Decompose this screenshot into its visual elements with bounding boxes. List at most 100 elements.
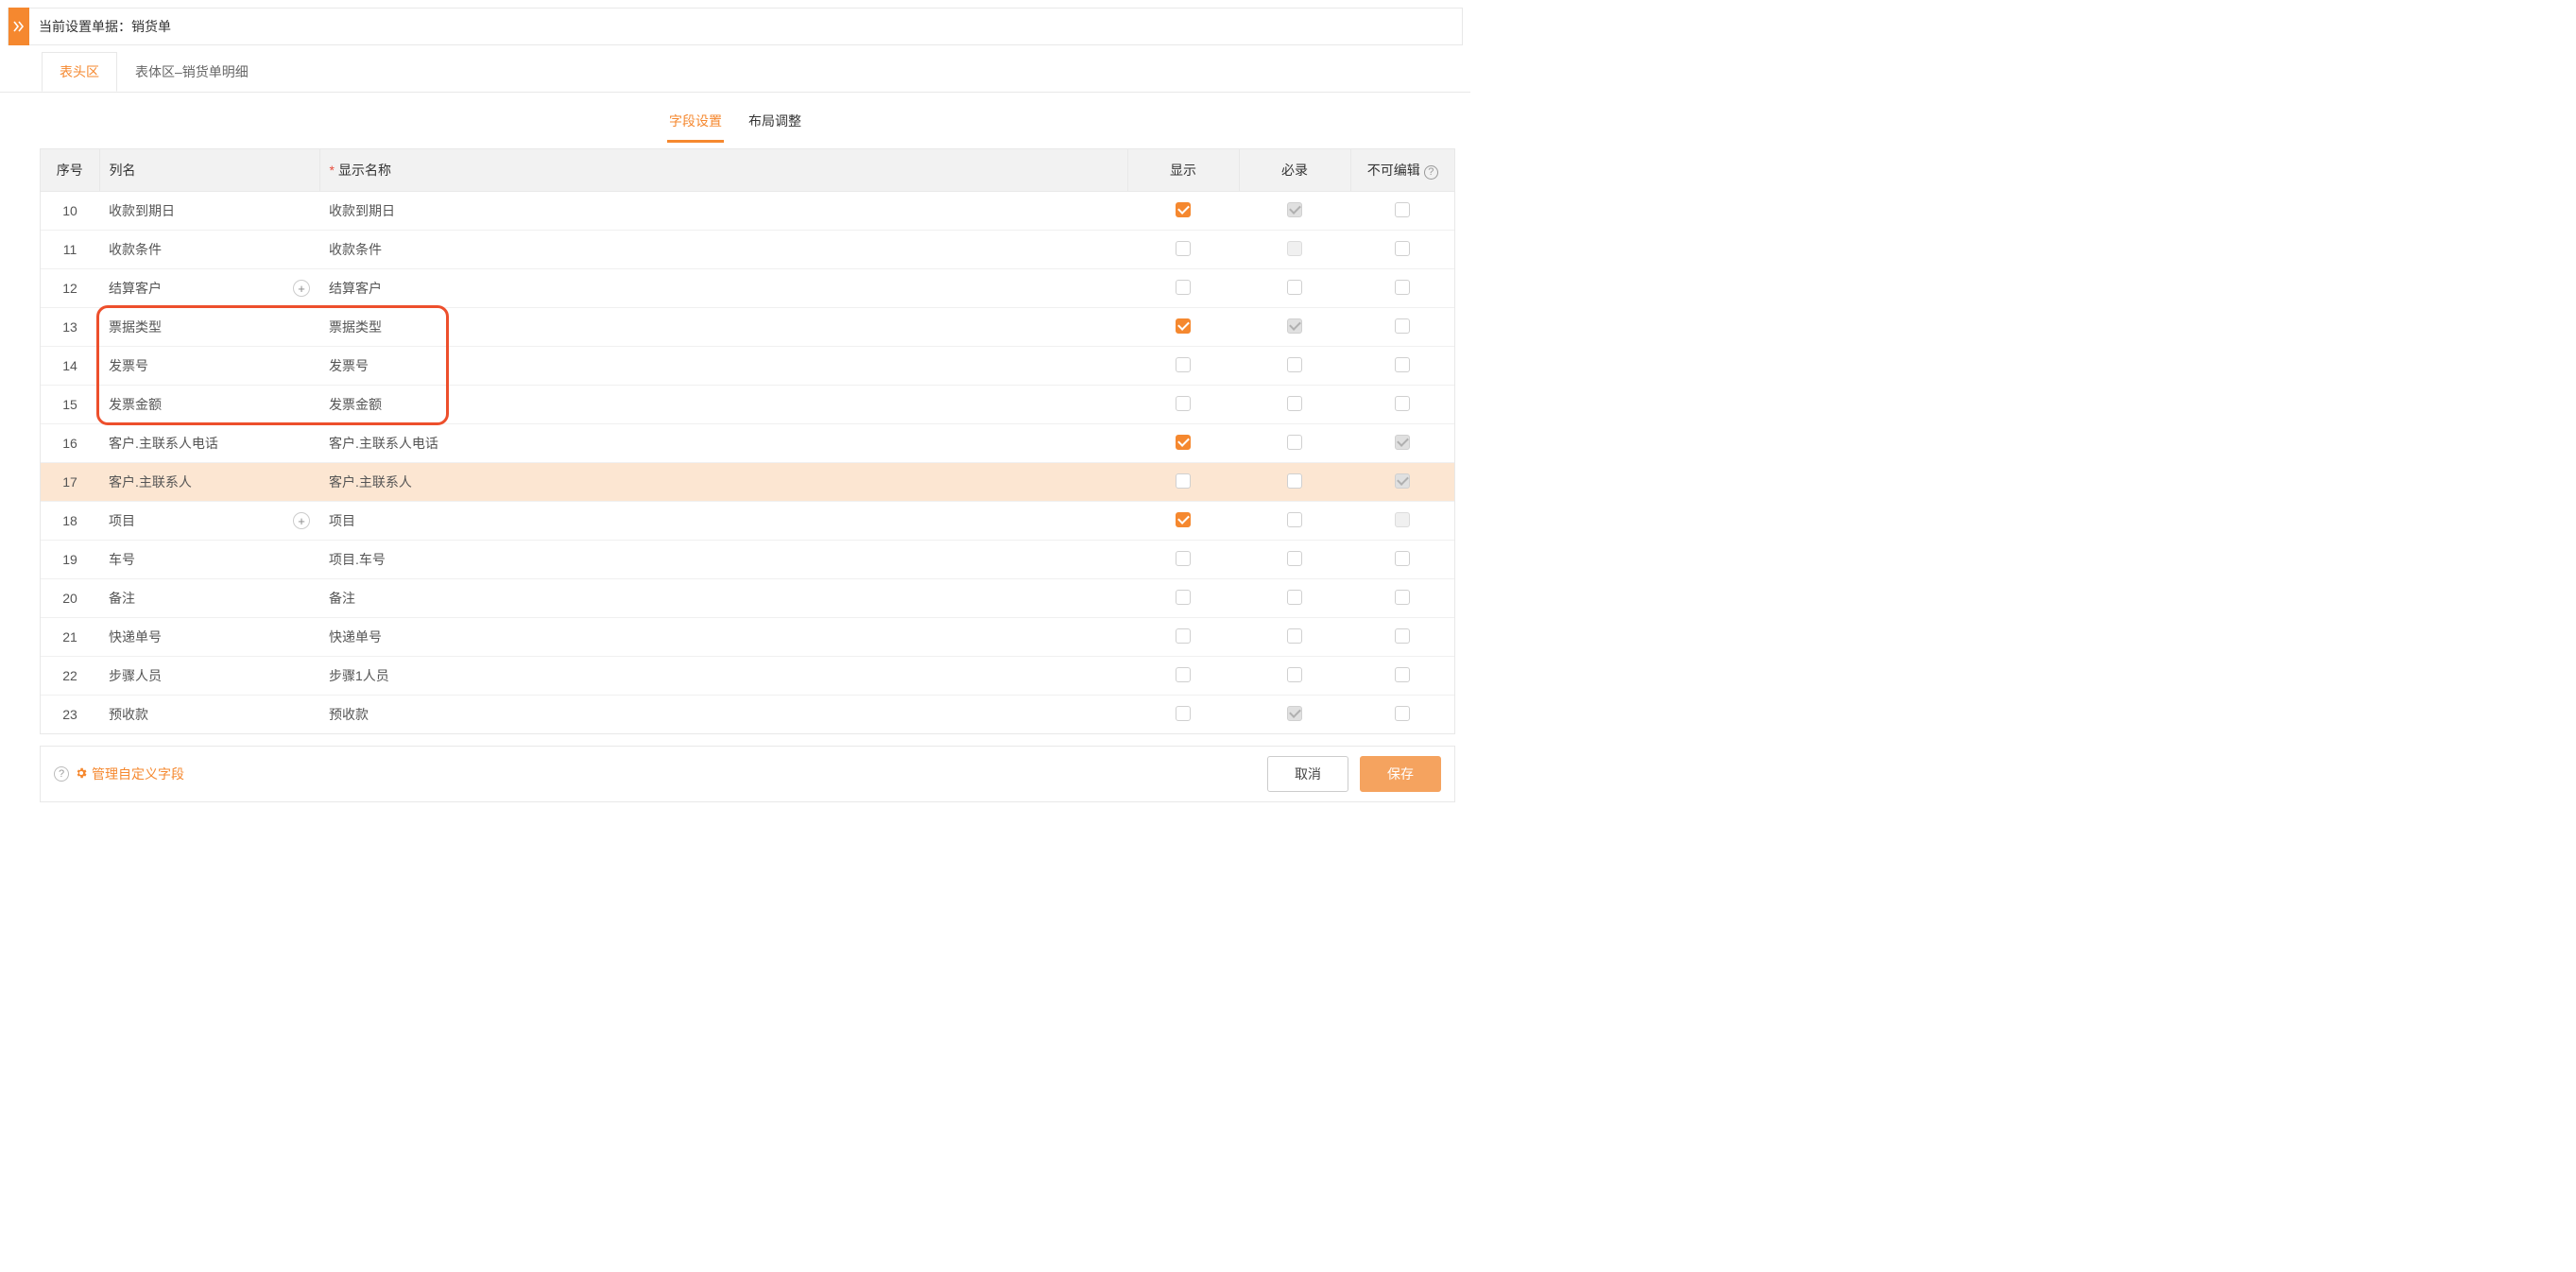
- checkbox-show[interactable]: [1176, 280, 1191, 295]
- cell-column-name: 收款到期日: [99, 192, 319, 231]
- checkbox-required[interactable]: [1287, 512, 1302, 527]
- cell-column-name: 发票号: [99, 347, 319, 386]
- sub-tab-layout-adjust[interactable]: 布局调整: [747, 106, 803, 143]
- sub-tab-field-settings[interactable]: 字段设置: [667, 106, 724, 143]
- checkbox-show[interactable]: [1176, 435, 1191, 450]
- cell-column-name: 票据类型: [99, 308, 319, 347]
- cell-column-name: 预收款: [99, 696, 319, 734]
- cell-display-name[interactable]: 票据类型: [319, 308, 1127, 347]
- header-bar: 当前设置单据：销货单: [8, 8, 1463, 45]
- cell-display-name[interactable]: 收款到期日: [319, 192, 1127, 231]
- cell-display-name[interactable]: 预收款: [319, 696, 1127, 734]
- cell-display-name[interactable]: 结算客户: [319, 269, 1127, 308]
- checkbox-readonly[interactable]: [1395, 357, 1410, 372]
- cell-seq: 17: [41, 463, 99, 502]
- help-icon[interactable]: ?: [1424, 165, 1438, 180]
- cell-display-name[interactable]: 项目: [319, 502, 1127, 541]
- cell-seq: 19: [41, 541, 99, 579]
- checkbox-readonly[interactable]: [1395, 590, 1410, 605]
- cell-seq: 13: [41, 308, 99, 347]
- cell-column-name: 结算客户+: [99, 269, 319, 308]
- checkbox-readonly[interactable]: [1395, 318, 1410, 334]
- cell-seq: 20: [41, 579, 99, 618]
- cell-display-name[interactable]: 客户.主联系人电话: [319, 424, 1127, 463]
- checkbox-show[interactable]: [1176, 202, 1191, 217]
- cell-display-name[interactable]: 快递单号: [319, 618, 1127, 657]
- checkbox-readonly[interactable]: [1395, 667, 1410, 682]
- add-sub-field-button[interactable]: +: [293, 280, 310, 297]
- checkbox-show[interactable]: [1176, 241, 1191, 256]
- checkbox-readonly[interactable]: [1395, 706, 1410, 721]
- checkbox-show[interactable]: [1176, 706, 1191, 721]
- cell-seq: 10: [41, 192, 99, 231]
- cell-column-name: 收款条件: [99, 231, 319, 269]
- checkbox-readonly[interactable]: [1395, 628, 1410, 644]
- col-header-required: 必录: [1239, 149, 1350, 192]
- cell-display-name[interactable]: 项目.车号: [319, 541, 1127, 579]
- cell-seq: 23: [41, 696, 99, 734]
- checkbox-readonly[interactable]: [1395, 551, 1410, 566]
- checkbox-required[interactable]: [1287, 667, 1302, 682]
- checkbox-show[interactable]: [1176, 318, 1191, 334]
- gear-icon: [75, 766, 88, 782]
- checkbox-show[interactable]: [1176, 628, 1191, 644]
- checkbox-required[interactable]: [1287, 435, 1302, 450]
- cell-column-name: 快递单号: [99, 618, 319, 657]
- cell-seq: 18: [41, 502, 99, 541]
- save-button[interactable]: 保存: [1360, 756, 1441, 792]
- col-header-display: *显示名称: [319, 149, 1127, 192]
- checkbox-readonly: [1395, 512, 1410, 527]
- area-tabs: 表头区 表体区–销货单明细: [8, 52, 1463, 92]
- checkbox-required: [1287, 241, 1302, 256]
- table-row: 10收款到期日收款到期日: [41, 192, 1454, 231]
- checkbox-readonly[interactable]: [1395, 241, 1410, 256]
- checkbox-required[interactable]: [1287, 473, 1302, 489]
- cell-display-name[interactable]: 发票金额: [319, 386, 1127, 424]
- checkbox-show[interactable]: [1176, 551, 1191, 566]
- checkbox-required[interactable]: [1287, 551, 1302, 566]
- cell-display-name[interactable]: 收款条件: [319, 231, 1127, 269]
- checkbox-required[interactable]: [1287, 590, 1302, 605]
- table-row: 21快递单号快递单号: [41, 618, 1454, 657]
- cell-display-name[interactable]: 步骤1人员: [319, 657, 1127, 696]
- col-header-show: 显示: [1127, 149, 1239, 192]
- checkbox-show[interactable]: [1176, 396, 1191, 411]
- checkbox-show[interactable]: [1176, 667, 1191, 682]
- table-row: 16客户.主联系人电话客户.主联系人电话: [41, 424, 1454, 463]
- checkbox-required[interactable]: [1287, 357, 1302, 372]
- table-row: 14发票号发票号: [41, 347, 1454, 386]
- checkbox-show[interactable]: [1176, 512, 1191, 527]
- table-row: 13票据类型票据类型: [41, 308, 1454, 347]
- checkbox-readonly[interactable]: [1395, 280, 1410, 295]
- cell-display-name[interactable]: 发票号: [319, 347, 1127, 386]
- cell-seq: 11: [41, 231, 99, 269]
- cell-column-name: 客户.主联系人电话: [99, 424, 319, 463]
- checkbox-readonly[interactable]: [1395, 202, 1410, 217]
- col-header-readonly: 不可编辑?: [1350, 149, 1454, 192]
- cell-column-name: 发票金额: [99, 386, 319, 424]
- tab-body-area[interactable]: 表体区–销货单明细: [117, 52, 266, 92]
- cell-column-name: 步骤人员: [99, 657, 319, 696]
- checkbox-required[interactable]: [1287, 396, 1302, 411]
- cell-display-name[interactable]: 备注: [319, 579, 1127, 618]
- cancel-button[interactable]: 取消: [1267, 756, 1348, 792]
- cell-display-name[interactable]: 客户.主联系人: [319, 463, 1127, 502]
- checkbox-required[interactable]: [1287, 280, 1302, 295]
- checkbox-readonly[interactable]: [1395, 396, 1410, 411]
- table-row: 23预收款预收款: [41, 696, 1454, 734]
- checkbox-show[interactable]: [1176, 473, 1191, 489]
- checkbox-readonly: [1395, 435, 1410, 450]
- checkbox-required[interactable]: [1287, 628, 1302, 644]
- tab-header-area[interactable]: 表头区: [42, 52, 117, 92]
- footer-bar: ? 管理自定义字段 取消 保存: [40, 746, 1455, 802]
- cell-seq: 21: [41, 618, 99, 657]
- collapse-toggle[interactable]: [9, 8, 29, 45]
- manage-custom-fields-link[interactable]: 管理自定义字段: [75, 765, 184, 783]
- help-icon[interactable]: ?: [54, 766, 69, 782]
- add-sub-field-button[interactable]: +: [293, 512, 310, 529]
- checkbox-show[interactable]: [1176, 590, 1191, 605]
- cell-column-name: 项目+: [99, 502, 319, 541]
- checkbox-readonly: [1395, 473, 1410, 489]
- cell-seq: 22: [41, 657, 99, 696]
- checkbox-show[interactable]: [1176, 357, 1191, 372]
